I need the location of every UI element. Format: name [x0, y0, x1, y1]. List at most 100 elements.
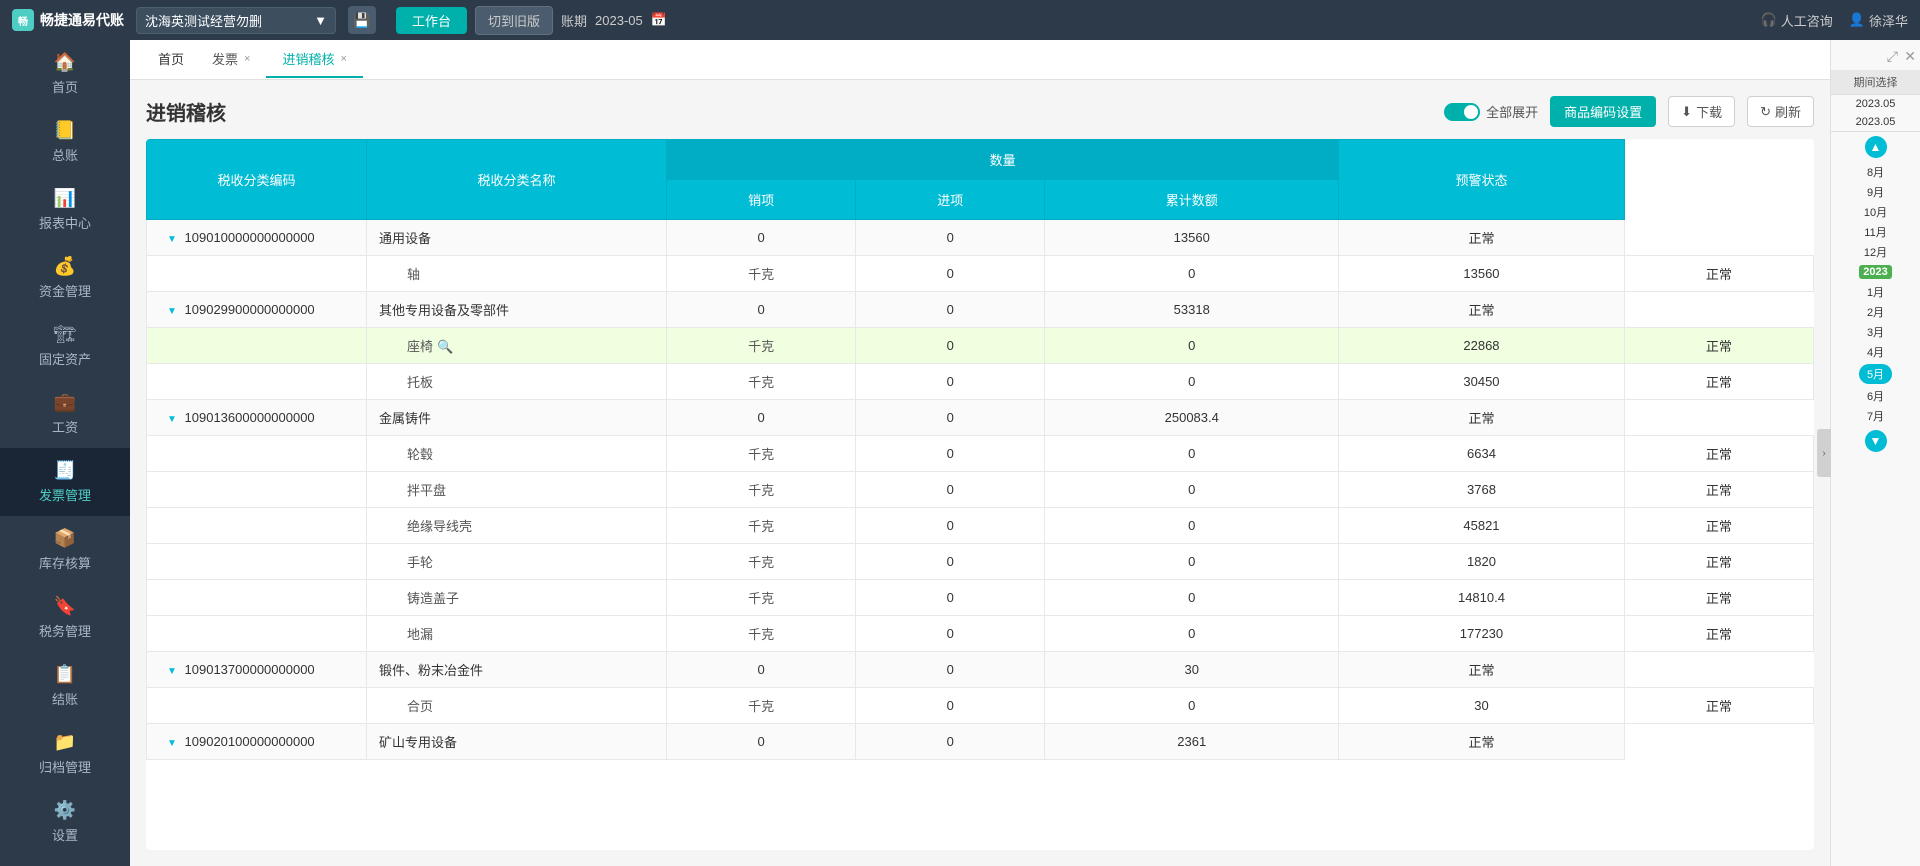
sidebar-item-home[interactable]: 🏠 首页	[0, 40, 130, 108]
period-month-6[interactable]: 6月	[1831, 386, 1920, 406]
save-icon-button[interactable]: 💾	[348, 6, 376, 34]
period-year-2023-top2[interactable]: 2023.05	[1831, 113, 1920, 132]
tab-invoices[interactable]: 发票 ×	[196, 41, 266, 78]
td-total-sub: 3768	[1339, 472, 1625, 508]
td-total-sub: 177230	[1339, 616, 1625, 652]
period-value: 2023-05	[595, 13, 643, 28]
td-unit: 千克	[667, 472, 856, 508]
td-name-sub: 轴	[367, 256, 667, 292]
table-container: 税收分类编码 税收分类名称 数量 预警状态	[146, 139, 1814, 850]
calendar-icon[interactable]: 📅	[651, 12, 667, 28]
tab-reconciliation-close[interactable]: ×	[340, 53, 346, 65]
period-month-12[interactable]: 12月	[1831, 242, 1920, 262]
period-month-10[interactable]: 10月	[1831, 202, 1920, 222]
sidebar-item-funds[interactable]: 💰 资金管理	[0, 244, 130, 312]
sidebar-item-settings[interactable]: ⚙️ 设置	[0, 788, 130, 856]
expand-icon[interactable]: ▼	[167, 306, 177, 317]
td-status-sub: 正常	[1624, 328, 1813, 364]
td-purchase: 0	[856, 724, 1045, 760]
td-sale-sub: 0	[856, 544, 1045, 580]
td-empty	[147, 544, 367, 580]
tab-invoices-close[interactable]: ×	[244, 53, 250, 65]
expand-icon[interactable]: ▼	[167, 234, 177, 245]
right-panel-toggle[interactable]: ›	[1817, 429, 1831, 477]
expand-icon[interactable]: ▼	[167, 738, 177, 749]
expand-icon[interactable]: ▼	[167, 666, 177, 677]
company-selector[interactable]: 沈海英测试经营勿删 ▼	[136, 7, 336, 34]
td-tax-code: ▼ 109010000000000000	[147, 220, 367, 256]
td-sale: 0	[667, 652, 856, 688]
sidebar-item-label: 结账	[52, 689, 78, 708]
search-icon[interactable]: 🔍	[437, 339, 453, 354]
refresh-button[interactable]: ↻ 刷新	[1747, 96, 1814, 127]
company-name: 沈海英测试经营勿删	[145, 11, 262, 30]
period-month-8[interactable]: 8月	[1831, 162, 1920, 182]
table-row: ▼ 109029900000000000 其他专用设备及零部件 0 0 5331…	[147, 292, 1814, 328]
closing-icon: 📋	[54, 664, 76, 685]
td-empty	[147, 580, 367, 616]
sidebar-item-tax[interactable]: 🔖 税务管理	[0, 584, 130, 652]
right-panel-expand[interactable]: ⤢	[1887, 48, 1898, 65]
period-month-5-active[interactable]: 5月	[1859, 364, 1892, 384]
period-month-1[interactable]: 1月	[1831, 282, 1920, 302]
sidebar-item-salary[interactable]: 💼 工资	[0, 380, 130, 448]
sidebar-item-reports[interactable]: 📊 报表中心	[0, 176, 130, 244]
period-nav-up[interactable]: ▲	[1865, 136, 1887, 158]
download-button[interactable]: ⬇ 下载	[1668, 96, 1735, 127]
td-name-sub: 拌平盘	[367, 472, 667, 508]
sidebar-item-invoices[interactable]: 🧾 发票管理	[0, 448, 130, 516]
td-status: 正常	[1339, 400, 1625, 436]
td-total-sub: 30	[1339, 688, 1625, 724]
tab-bar: 首页 发票 × 进销稽核 ×	[130, 40, 1830, 80]
td-empty	[147, 508, 367, 544]
customer-service-button[interactable]: 🎧 人工咨询	[1761, 11, 1833, 30]
user-info[interactable]: 👤 徐泽华	[1849, 11, 1908, 30]
top-bar: 畅 畅捷通易代账 沈海英测试经营勿删 ▼ 💾 工作台 切到旧版 账期 2023-…	[0, 0, 1920, 40]
tab-reconciliation[interactable]: 进销稽核 ×	[266, 41, 362, 78]
product-code-button[interactable]: 商品编码设置	[1550, 96, 1656, 127]
td-sale: 0	[667, 220, 856, 256]
toggle-label: 全部展开	[1486, 102, 1538, 121]
period-month-3[interactable]: 3月	[1831, 322, 1920, 342]
sidebar-item-closing[interactable]: 📋 结账	[0, 652, 130, 720]
username: 徐泽华	[1869, 11, 1908, 30]
period-month-4[interactable]: 4月	[1831, 342, 1920, 362]
td-status-sub: 正常	[1624, 688, 1813, 724]
td-status-sub: 正常	[1624, 616, 1813, 652]
headset-icon: 🎧	[1761, 12, 1777, 28]
content-area: 首页 发票 × 进销稽核 × 进销稽核 全	[130, 40, 1830, 866]
sidebar-item-assets[interactable]: 🏗 固定资产	[0, 312, 130, 380]
tab-home-label: 首页	[158, 49, 184, 68]
td-sale: 0	[667, 292, 856, 328]
period-month-11[interactable]: 11月	[1831, 222, 1920, 242]
sidebar-item-label: 税务管理	[39, 621, 91, 640]
period-month-7[interactable]: 7月	[1831, 406, 1920, 426]
app-logo: 畅 畅捷通易代账	[12, 9, 124, 31]
sidebar-item-inventory[interactable]: 📦 库存核算	[0, 516, 130, 584]
sidebar-item-ledger[interactable]: 📒 总账	[0, 108, 130, 176]
table-row: 轮毂 千克 0 0 6634 正常	[147, 436, 1814, 472]
user-avatar-icon: 👤	[1849, 12, 1865, 28]
workbench-button[interactable]: 工作台	[396, 7, 467, 34]
period-month-9[interactable]: 9月	[1831, 182, 1920, 202]
table-row: ▼ 109013700000000000 锻件、粉末冶金件 0 0 30 正常	[147, 652, 1814, 688]
period-month-2[interactable]: 2月	[1831, 302, 1920, 322]
sidebar-item-label: 发票管理	[39, 485, 91, 504]
sidebar-item-guide[interactable]: 📘 新手引导	[0, 856, 130, 866]
right-panel-close[interactable]: ✕	[1904, 48, 1916, 65]
expand-toggle[interactable]: 全部展开	[1444, 102, 1538, 121]
td-tax-name: 矿山专用设备	[367, 724, 667, 760]
td-name-sub: 绝缘导线壳	[367, 508, 667, 544]
toggle-track[interactable]	[1444, 103, 1480, 121]
period-nav-down[interactable]: ▼	[1865, 430, 1887, 452]
tab-home[interactable]: 首页	[146, 41, 196, 78]
expand-icon[interactable]: ▼	[167, 414, 177, 425]
td-sale-sub: 0	[856, 256, 1045, 292]
td-total-sub: 45821	[1339, 508, 1625, 544]
old-version-button[interactable]: 切到旧版	[475, 6, 553, 35]
sidebar-item-archive[interactable]: 📁 归档管理	[0, 720, 130, 788]
td-purchase-sub: 0	[1045, 472, 1339, 508]
period-year-2023-top1[interactable]: 2023.05	[1831, 95, 1920, 113]
td-purchase-sub: 0	[1045, 580, 1339, 616]
inventory-icon: 📦	[54, 528, 76, 549]
